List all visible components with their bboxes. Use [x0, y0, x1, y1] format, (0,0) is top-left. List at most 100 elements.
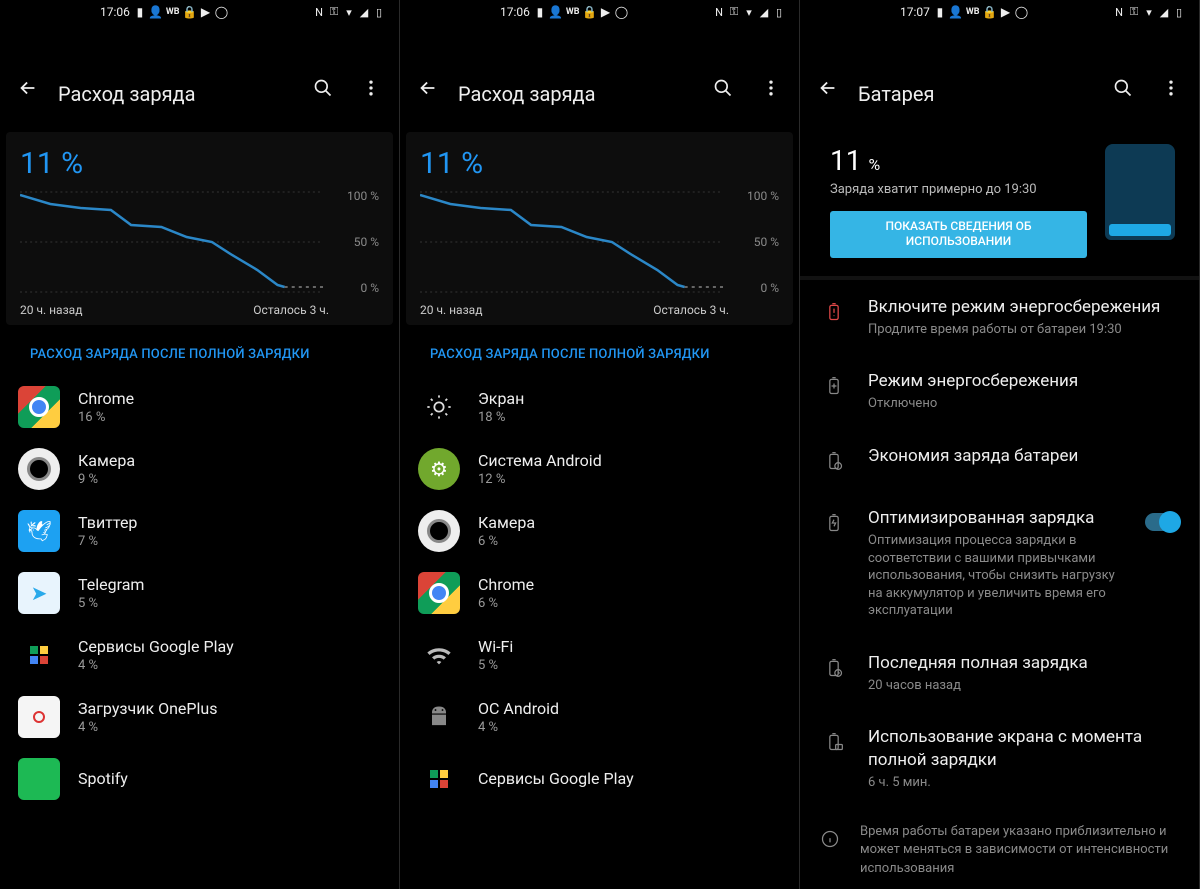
battery-plus-icon [820, 372, 848, 400]
overflow-menu-button[interactable] [353, 70, 389, 106]
battery-graph-card[interactable]: 11 % 100 % 50 % 0 % 20 ч. назад Осталось… [406, 132, 793, 325]
usage-row-gplay[interactable]: Сервисы Google Play [400, 748, 799, 810]
usage-row-gplay[interactable]: Сервисы Google Play4 % [0, 624, 399, 686]
battery-chart [420, 187, 723, 297]
usage-row-chrome[interactable]: Chrome16 % [0, 376, 399, 438]
chart-y-axis: 100 % 50 % 0 % [729, 187, 779, 297]
person-icon: 👤 [150, 6, 162, 18]
signal-icon: ◢ [1158, 6, 1170, 18]
chrome-icon [18, 386, 60, 428]
usage-row-camera[interactable]: Камера6 % [400, 500, 799, 562]
google-play-services-icon [18, 634, 60, 676]
usage-row-spotify[interactable]: Spotify [0, 748, 399, 810]
usage-row-android-system[interactable]: ⚙ Система Android12 % [400, 438, 799, 500]
battery-icon: ▮ [134, 6, 146, 18]
back-button[interactable] [410, 70, 446, 106]
wb-label: WB [166, 7, 180, 17]
brightness-icon [418, 386, 460, 428]
shield-icon: ◯ [1016, 6, 1028, 18]
status-bar: 17:06 ▮ 👤 WB 🔒 ▶ ◯ N ⚿ ▾ ◢ ▯ [400, 0, 799, 24]
setting-last-full-charge[interactable]: Последняя полная зарядка 20 часов назад [800, 636, 1199, 711]
signal-icon: ◢ [758, 6, 770, 18]
lock-icon: 🔒 [984, 6, 996, 18]
telegram-icon: ➤ [18, 572, 60, 614]
optimized-charging-toggle[interactable] [1145, 513, 1179, 531]
google-play-services-icon [418, 758, 460, 800]
chart-y-axis: 100 % 50 % 0 % [329, 187, 379, 297]
battery-percent: 11 % [830, 144, 1087, 177]
overflow-menu-button[interactable] [1153, 70, 1189, 106]
status-time: 17:07 [900, 5, 930, 19]
setting-optimized-charging[interactable]: Оптимизированная зарядка Оптимизация про… [800, 491, 1199, 636]
battery-alert-icon [820, 298, 848, 326]
search-button[interactable] [705, 70, 741, 106]
nfc-icon: N [313, 6, 325, 18]
battery-icon: ▮ [934, 6, 946, 18]
usage-row-android-os[interactable]: ОС Android4 % [400, 686, 799, 748]
youtube-icon: ▶ [600, 6, 612, 18]
usage-row-twitter[interactable]: 🕊 Твиттер7 % [0, 500, 399, 562]
search-button[interactable] [1105, 70, 1141, 106]
android-os-icon [418, 696, 460, 738]
chart-x-axis: 20 ч. назад Осталось 3 ч. [420, 303, 779, 317]
key-icon: ⚿ [1128, 6, 1140, 18]
usage-row-chrome[interactable]: Chrome6 % [400, 562, 799, 624]
setting-screen-on-time[interactable]: Использование экрана с момента полной за… [800, 710, 1199, 807]
usage-list: Экран18 % ⚙ Система Android12 % Камера6 … [400, 376, 799, 810]
app-bar: Батарея [800, 24, 1199, 124]
battery-status-icon: ▯ [373, 6, 385, 18]
content-usage[interactable]: 11 % 100 % 50 % 0 % 20 ч. назад Осталось… [400, 124, 799, 889]
battery-status-icon: ▯ [773, 6, 785, 18]
android-system-icon: ⚙ [418, 448, 460, 490]
battery-icon: ▮ [534, 6, 546, 18]
usage-row-oneplus[interactable]: Загрузчик OnePlus4 % [0, 686, 399, 748]
person-icon: 👤 [950, 6, 962, 18]
battery-graph-card[interactable]: 11 % 100 % 50 % 0 % 20 ч. назад Осталось… [6, 132, 393, 325]
search-button[interactable] [305, 70, 341, 106]
key-icon: ⚿ [328, 6, 340, 18]
overflow-menu-button[interactable] [753, 70, 789, 106]
signal-icon: ◢ [358, 6, 370, 18]
nfc-icon: N [713, 6, 725, 18]
back-button[interactable] [810, 70, 846, 106]
phone-panel-1: 17:06 ▮ 👤 WB 🔒 ▶ ◯ N ⚿ ▾ ◢ ▯ Расход заря… [0, 0, 400, 889]
show-usage-details-button[interactable]: ПОКАЗАТЬ СВЕДЕНИЯ ОБ ИСПОЛЬЗОВАНИИ [830, 211, 1087, 258]
key-icon: ⚿ [728, 6, 740, 18]
status-time: 17:06 [500, 5, 530, 19]
battery-summary: 11 % Заряда хватит примерно до 19:30 ПОК… [800, 124, 1199, 280]
wifi-icon: ▾ [343, 6, 355, 18]
wifi-icon: ▾ [1143, 6, 1155, 18]
usage-row-screen[interactable]: Экран18 % [400, 376, 799, 438]
setting-enable-saver[interactable]: Включите режим энергосбережения Продлите… [800, 280, 1199, 355]
section-heading: РАСХОД ЗАРЯДА ПОСЛЕ ПОЛНОЙ ЗАРЯДКИ [0, 339, 399, 376]
usage-row-wifi[interactable]: Wi-Fi5 % [400, 624, 799, 686]
back-button[interactable] [10, 70, 46, 106]
youtube-icon: ▶ [1000, 6, 1012, 18]
wb-label: WB [566, 7, 580, 17]
wb-label: WB [966, 7, 980, 17]
setting-power-saving-mode[interactable]: Режим энергосбережения Отключено [800, 354, 1199, 429]
status-bar: 17:06 ▮ 👤 WB 🔒 ▶ ◯ N ⚿ ▾ ◢ ▯ [0, 0, 399, 24]
app-bar: Расход заряда [400, 24, 799, 124]
camera-icon [18, 448, 60, 490]
page-title: Расход заряда [458, 82, 693, 106]
nfc-icon: N [1113, 6, 1125, 18]
lock-icon: 🔒 [584, 6, 596, 18]
chrome-icon [418, 572, 460, 614]
app-bar: Расход заряда [0, 24, 399, 124]
battery-optimize-icon [820, 509, 848, 537]
content-battery-settings[interactable]: 11 % Заряда хватит примерно до 19:30 ПОК… [800, 124, 1199, 889]
status-bar: 17:07 ▮ 👤 WB 🔒 ▶ ◯ N ⚿ ▾ ◢ ▯ [800, 0, 1199, 24]
content-usage[interactable]: 11 % 100 % 50 % 0 % 20 ч. назад Осталось… [0, 124, 399, 889]
battery-eco-icon [820, 447, 848, 475]
usage-row-telegram[interactable]: ➤ Telegram5 % [0, 562, 399, 624]
chart-x-axis: 20 ч. назад Осталось 3 ч. [20, 303, 379, 317]
setting-battery-economy[interactable]: Экономия заряда батареи [800, 429, 1199, 491]
phone-panel-2: 17:06 ▮ 👤 WB 🔒 ▶ ◯ N ⚿ ▾ ◢ ▯ Расход заря… [400, 0, 800, 889]
camera-icon [418, 510, 460, 552]
wifi-icon: ▾ [743, 6, 755, 18]
usage-row-camera[interactable]: Камера9 % [0, 438, 399, 500]
section-heading: РАСХОД ЗАРЯДА ПОСЛЕ ПОЛНОЙ ЗАРЯДКИ [400, 339, 799, 376]
shield-icon: ◯ [616, 6, 628, 18]
battery-percent: 11 % [420, 146, 779, 181]
